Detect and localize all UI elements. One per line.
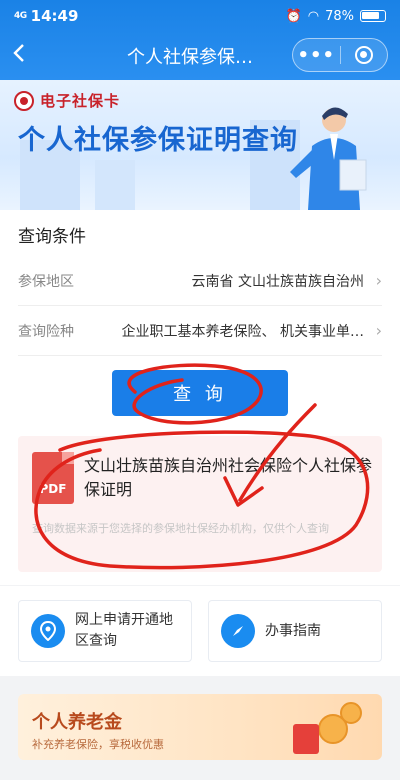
insurance-type-selector[interactable]: 查询险种 企业职工基本养老保险、 机关事业单… › xyxy=(18,306,382,356)
service-guide-link[interactable]: 办事指南 xyxy=(208,600,382,662)
query-button[interactable]: 查 询 xyxy=(112,370,288,416)
more-dots-icon[interactable]: ••• xyxy=(293,45,340,66)
chevron-right-icon: › xyxy=(375,321,382,340)
top-bar: 4G 14:49 ⏰ ◠ 78% 个人社保参保… ••• xyxy=(0,0,400,80)
close-button[interactable] xyxy=(341,46,388,64)
seal-icon xyxy=(14,90,34,111)
banner: 电子社保卡 个人社保参保证明查询 xyxy=(0,80,400,210)
online-application-region-link[interactable]: 网上申请开通地区查询 xyxy=(18,600,192,662)
signal-indicator: 4G xyxy=(14,11,27,21)
social-security-card-logo: 电子社保卡 xyxy=(14,90,120,111)
businessman-illustration xyxy=(290,107,367,210)
insurance-type-value: 企业职工基本养老保险、 机关事业单… xyxy=(121,323,364,340)
pdf-file-icon: PDF xyxy=(32,452,74,504)
insurance-type-label: 查询险种 xyxy=(18,323,74,340)
alarm-icon: ⏰ xyxy=(285,8,302,24)
query-section-title: 查询条件 xyxy=(18,227,86,247)
personal-pension-banner[interactable]: 个人养老金 补充养老保险，享税收优惠 xyxy=(18,694,382,760)
compass-icon xyxy=(221,614,255,648)
chevron-left-icon xyxy=(13,44,24,62)
status-bar: 4G 14:49 ⏰ ◠ 78% xyxy=(0,0,400,32)
chevron-right-icon: › xyxy=(375,271,382,290)
logo-text: 电子社保卡 xyxy=(40,92,121,110)
region-label: 参保地区 xyxy=(18,273,74,290)
building-decoration xyxy=(95,160,135,210)
online-application-region-label: 网上申请开通地区查询 xyxy=(75,612,173,649)
page-title: 个人社保参保… xyxy=(127,47,253,68)
region-value: 云南省 文山壮族苗族自治州 xyxy=(191,273,364,290)
red-envelope-decoration xyxy=(293,724,319,754)
pension-subtitle: 补充养老保险，享税收优惠 xyxy=(32,738,164,751)
mini-program-close-icon xyxy=(354,46,373,64)
data-source-note: 查询数据来源于您选择的参保地社保经办机构，仅供个人查询 xyxy=(32,522,329,535)
battery-icon xyxy=(360,10,386,22)
service-guide-label: 办事指南 xyxy=(265,622,321,639)
status-time: 14:49 xyxy=(30,7,79,25)
certificate-title: 文山壮族苗族自治州社会保险个人社保参保证明 xyxy=(84,456,373,499)
quick-links: 网上申请开通地区查询 办事指南 xyxy=(0,586,400,676)
query-card: 查询条件 参保地区 云南省 文山壮族苗族自治州 › 查询险种 企业职工基本养老保… xyxy=(0,210,400,585)
nav-bar: 个人社保参保… ••• xyxy=(0,32,400,80)
back-button[interactable] xyxy=(12,43,42,69)
pension-title: 个人养老金 xyxy=(32,712,122,733)
mini-program-capsule: ••• xyxy=(292,38,388,72)
location-pin-icon xyxy=(31,614,65,648)
coin-decoration xyxy=(340,702,362,724)
region-selector[interactable]: 参保地区 云南省 文山壮族苗族自治州 › xyxy=(18,256,382,306)
wifi-icon: ◠ xyxy=(307,8,320,24)
certificate-result-item[interactable]: PDF 文山壮族苗族自治州社会保险个人社保参保证明 查询数据来源于您选择的参保地… xyxy=(18,436,382,572)
battery-percent: 78% xyxy=(325,8,354,24)
banner-headline: 个人社保参保证明查询 xyxy=(18,125,298,156)
